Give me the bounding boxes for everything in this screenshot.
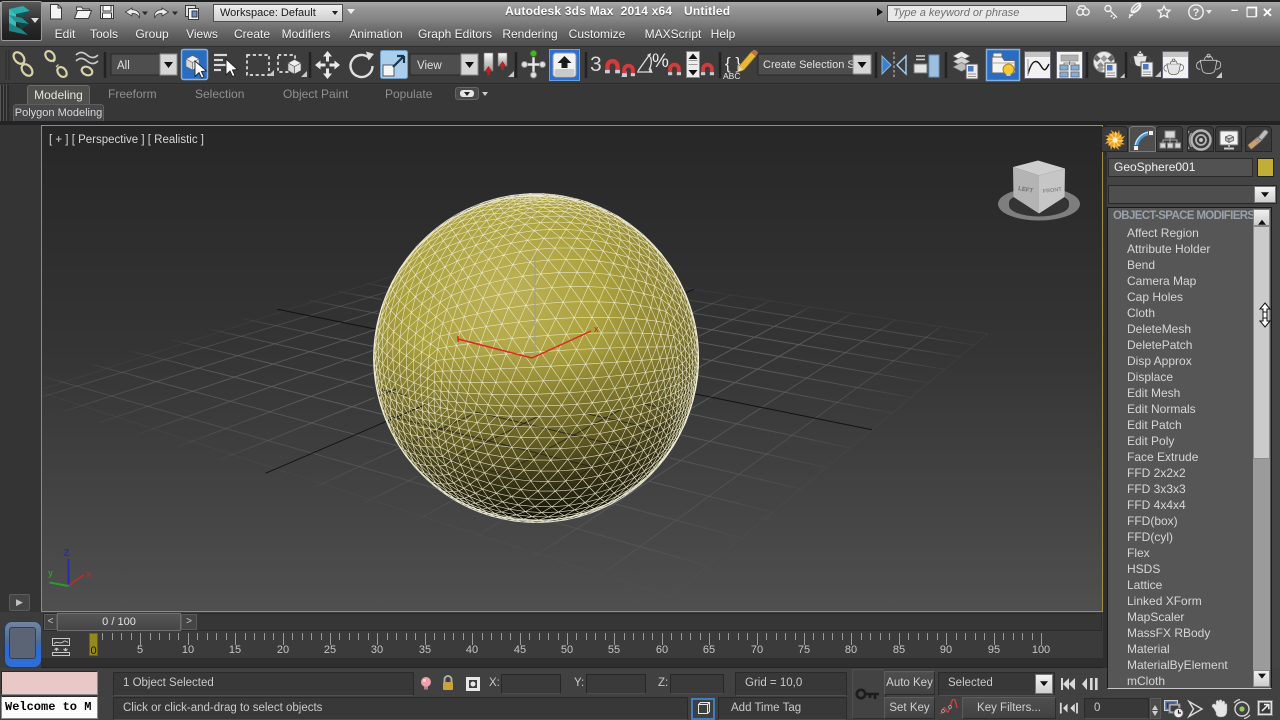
svg-text:All: All <box>117 60 130 72</box>
svg-text:[ + ] [ Perspective ] [ Realis: [ + ] [ Perspective ] [ Realistic ] <box>49 134 204 146</box>
svg-text:x: x <box>594 324 599 334</box>
svg-text:%: % <box>652 51 669 72</box>
svg-text:ABC: ABC <box>723 71 740 81</box>
svg-text:Create Selection Se: Create Selection Se <box>763 59 861 71</box>
svg-text:?: ? <box>1193 7 1200 19</box>
svg-text:Z: Z <box>64 548 70 559</box>
svg-text:y: y <box>48 568 53 578</box>
svg-text:3: 3 <box>590 53 602 76</box>
svg-text:x: x <box>86 569 91 579</box>
svg-text:View: View <box>417 60 442 72</box>
